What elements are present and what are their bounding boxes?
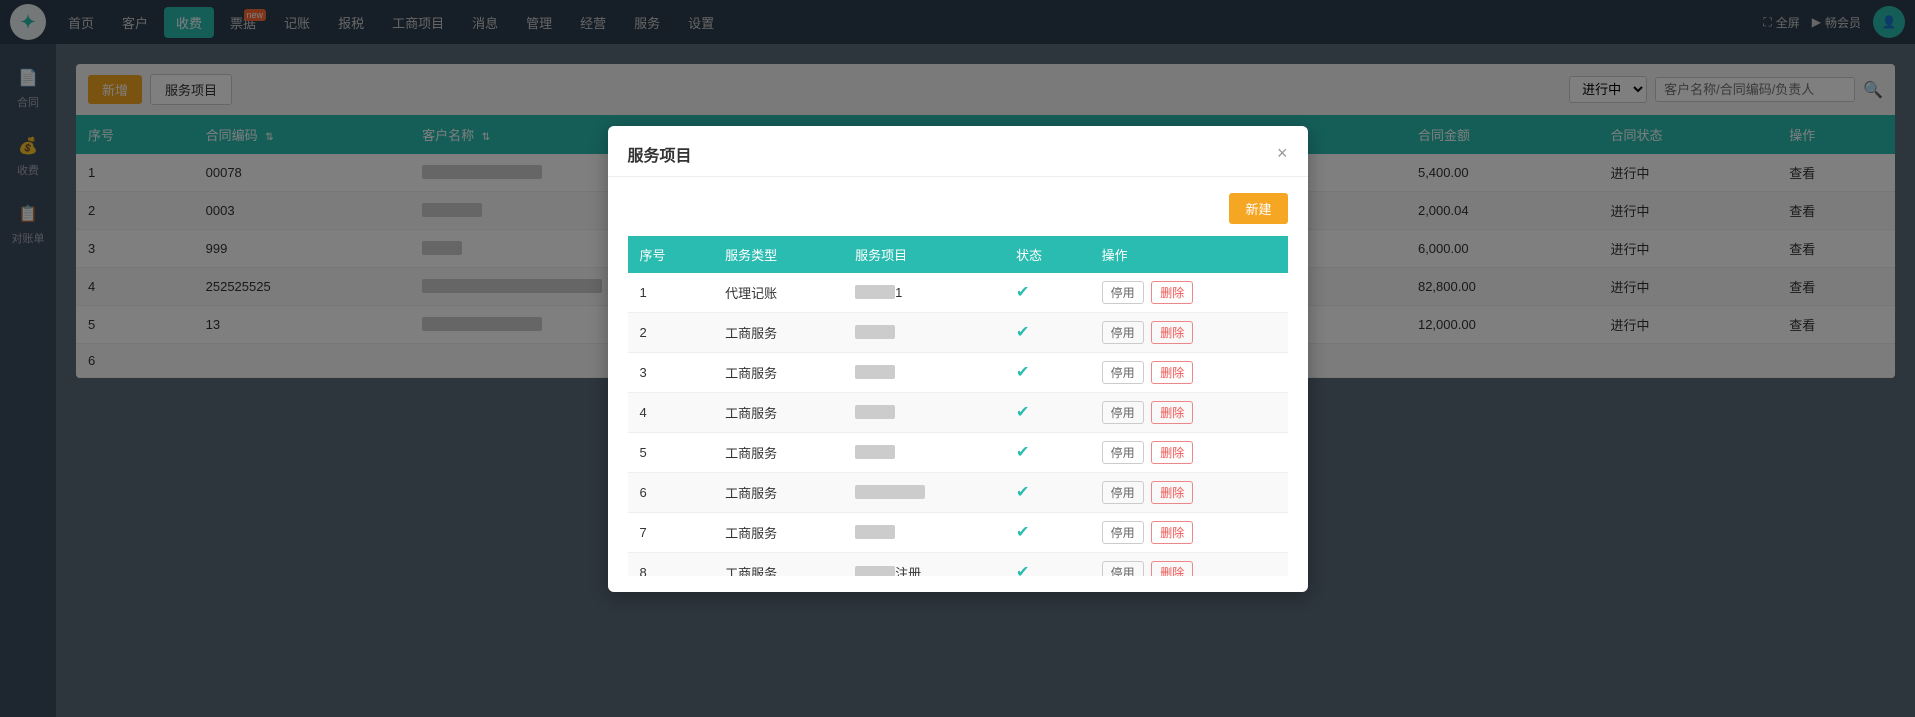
stop-button[interactable]: 停用 [1102, 361, 1144, 384]
modal-col-action: 操作 [1090, 236, 1288, 273]
modal-cell-status: ✔ [1004, 352, 1090, 392]
modal-title: 服务项目 [628, 142, 692, 166]
modal-cell-item [843, 352, 1004, 392]
status-check-icon: ✔ [1016, 484, 1029, 501]
modal-cell-action: 停用 删除 [1090, 392, 1288, 432]
modal-cell-seq: 2 [628, 312, 714, 352]
delete-button[interactable]: 删除 [1151, 281, 1193, 304]
status-check-icon: ✔ [1016, 444, 1029, 461]
status-check-icon: ✔ [1016, 284, 1029, 301]
modal-cell-status: ✔ [1004, 273, 1090, 313]
modal-cell-seq: 3 [628, 352, 714, 392]
modal-cell-action: 停用 删除 [1090, 432, 1288, 472]
modal-cell-item [843, 512, 1004, 552]
stop-button[interactable]: 停用 [1102, 441, 1144, 464]
modal-table-row: 5 工商服务 ✔ 停用 删除 [628, 432, 1288, 472]
modal-cell-status: ✔ [1004, 472, 1090, 512]
delete-button[interactable]: 删除 [1151, 481, 1193, 504]
modal-cell-seq: 6 [628, 472, 714, 512]
delete-button[interactable]: 删除 [1151, 401, 1193, 424]
modal-cell-type: 工商服务 [713, 312, 843, 352]
modal-cell-item [843, 432, 1004, 472]
modal-overlay: 服务项目 × 新建 序号 服务类型 服务项目 [56, 44, 1915, 717]
modal-table-row: 4 工商服务 ✔ 停用 删除 [628, 392, 1288, 432]
modal-cell-action: 停用 删除 [1090, 512, 1288, 552]
modal-cell-type: 工商服务 [713, 392, 843, 432]
modal-table-row: 7 工商服务 ✔ 停用 删除 [628, 512, 1288, 552]
modal-table-row: 8 工商服务 注册 ✔ 停用 删除 [628, 552, 1288, 576]
modal-cell-type: 工商服务 [713, 552, 843, 576]
status-check-icon: ✔ [1016, 364, 1029, 381]
modal-cell-item [843, 312, 1004, 352]
status-check-icon: ✔ [1016, 524, 1029, 541]
delete-button[interactable]: 删除 [1151, 361, 1193, 384]
modal-cell-item [843, 392, 1004, 432]
modal-table-row: 2 工商服务 ✔ 停用 删除 [628, 312, 1288, 352]
modal-table-row: 1 代理记账 1 ✔ 停用 删除 [628, 273, 1288, 313]
modal-cell-item: 1 [843, 273, 1004, 313]
stop-button[interactable]: 停用 [1102, 561, 1144, 576]
modal-cell-status: ✔ [1004, 312, 1090, 352]
status-check-icon: ✔ [1016, 404, 1029, 421]
modal-cell-action: 停用 删除 [1090, 552, 1288, 576]
modal-cell-type: 工商服务 [713, 352, 843, 392]
delete-button[interactable]: 删除 [1151, 521, 1193, 544]
content-area: 新增 服务项目 进行中 全部 已结束 🔍 序号 合同编码 [56, 44, 1915, 717]
modal-table-row: 3 工商服务 ✔ 停用 删除 [628, 352, 1288, 392]
stop-button[interactable]: 停用 [1102, 521, 1144, 544]
modal-cell-action: 停用 删除 [1090, 312, 1288, 352]
modal-col-status: 状态 [1004, 236, 1090, 273]
modal-header: 服务项目 × [608, 126, 1308, 177]
delete-button[interactable]: 删除 [1151, 441, 1193, 464]
modal-col-item: 服务项目 [843, 236, 1004, 273]
status-check-icon: ✔ [1016, 564, 1029, 576]
main-layout: 📄 合同 💰 收费 📋 对账单 新增 服务项目 进行中 全部 已结束 [0, 44, 1915, 717]
modal-cell-type: 工商服务 [713, 432, 843, 472]
modal-cell-seq: 8 [628, 552, 714, 576]
modal-cell-type: 代理记账 [713, 273, 843, 313]
stop-button[interactable]: 停用 [1102, 481, 1144, 504]
modal-cell-action: 停用 删除 [1090, 472, 1288, 512]
modal-cell-status: ✔ [1004, 392, 1090, 432]
service-modal: 服务项目 × 新建 序号 服务类型 服务项目 [608, 126, 1308, 592]
stop-button[interactable]: 停用 [1102, 321, 1144, 344]
modal-cell-status: ✔ [1004, 552, 1090, 576]
modal-new-button[interactable]: 新建 [1229, 193, 1287, 224]
delete-button[interactable]: 删除 [1151, 561, 1193, 576]
modal-cell-status: ✔ [1004, 512, 1090, 552]
modal-cell-seq: 7 [628, 512, 714, 552]
modal-body: 新建 序号 服务类型 服务项目 状态 操作 [608, 177, 1308, 592]
modal-col-type: 服务类型 [713, 236, 843, 273]
modal-cell-type: 工商服务 [713, 512, 843, 552]
status-check-icon: ✔ [1016, 324, 1029, 341]
modal-table-wrapper[interactable]: 序号 服务类型 服务项目 状态 操作 1 代理记账 [628, 236, 1288, 576]
modal-toolbar: 新建 [628, 193, 1288, 224]
modal-cell-seq: 4 [628, 392, 714, 432]
modal-cell-action: 停用 删除 [1090, 273, 1288, 313]
modal-cell-seq: 5 [628, 432, 714, 472]
stop-button[interactable]: 停用 [1102, 281, 1144, 304]
modal-cell-seq: 1 [628, 273, 714, 313]
modal-cell-type: 工商服务 [713, 472, 843, 512]
modal-table-row: 6 工商服务 ✔ 停用 删除 [628, 472, 1288, 512]
modal-service-table: 序号 服务类型 服务项目 状态 操作 1 代理记账 [628, 236, 1288, 576]
modal-col-seq: 序号 [628, 236, 714, 273]
delete-button[interactable]: 删除 [1151, 321, 1193, 344]
modal-cell-item: 注册 [843, 552, 1004, 576]
modal-cell-status: ✔ [1004, 432, 1090, 472]
modal-close-button[interactable]: × [1277, 143, 1288, 164]
stop-button[interactable]: 停用 [1102, 401, 1144, 424]
modal-cell-item [843, 472, 1004, 512]
modal-cell-action: 停用 删除 [1090, 352, 1288, 392]
